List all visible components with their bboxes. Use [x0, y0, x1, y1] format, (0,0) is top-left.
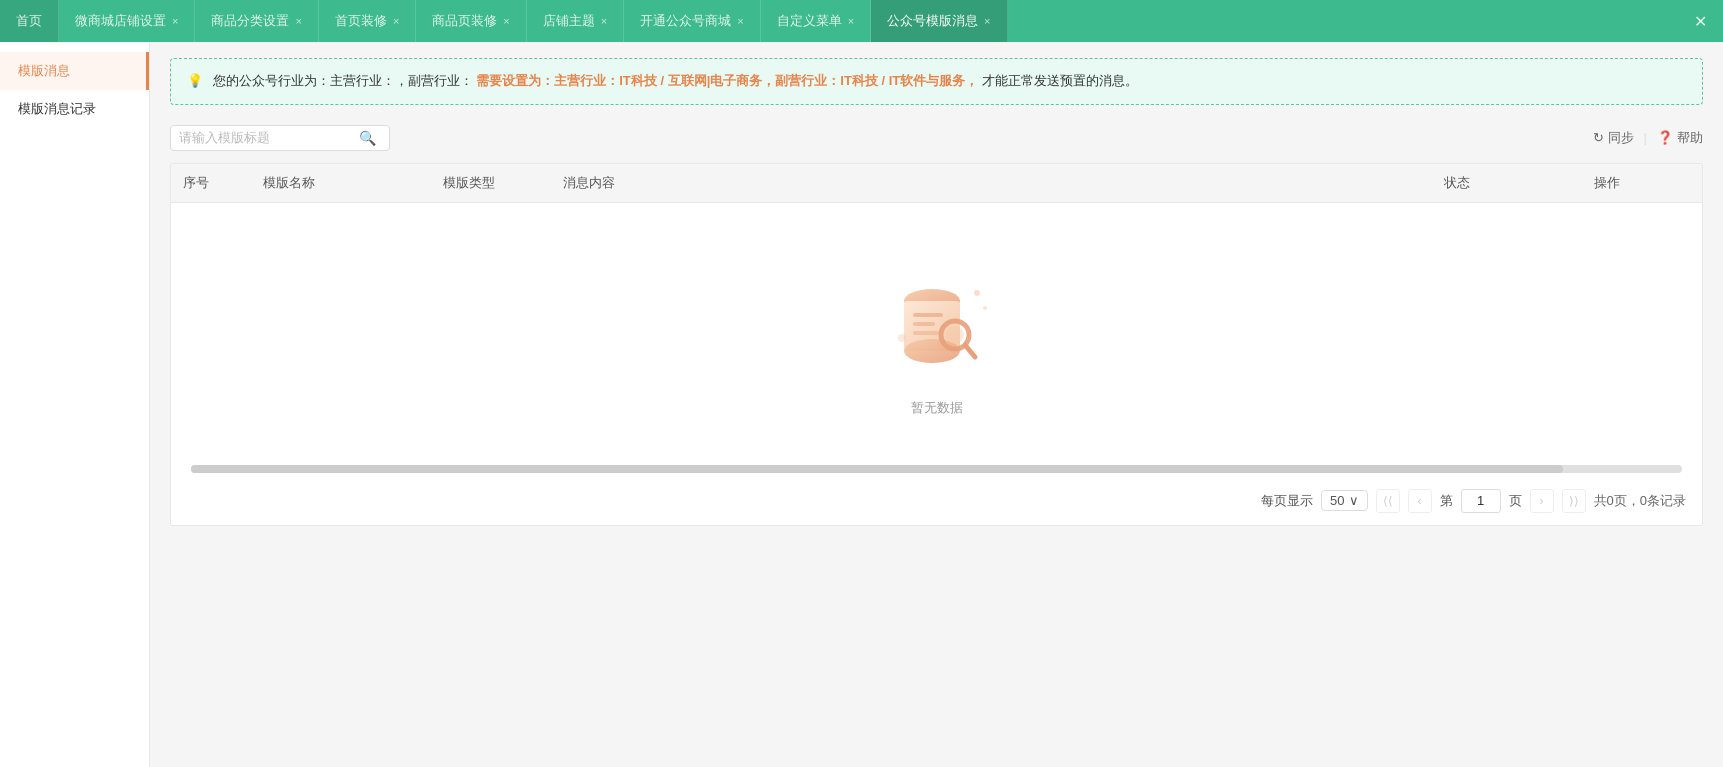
total-info: 共0页，0条记录: [1594, 492, 1686, 510]
help-button[interactable]: ❓ 帮助: [1657, 129, 1703, 147]
col-index: 序号: [171, 174, 251, 192]
sync-label: 同步: [1608, 129, 1634, 147]
tab-home-decor-close[interactable]: ×: [393, 16, 399, 27]
col-type: 模版类型: [431, 174, 551, 192]
page-next-icon: ›: [1540, 494, 1544, 508]
page-last-icon: ⟩⟩: [1569, 494, 1579, 508]
svg-rect-5: [913, 331, 939, 335]
tab-shop-settings-label: 微商城店铺设置: [75, 12, 166, 30]
svg-point-10: [983, 306, 987, 310]
horizontal-scrollbar[interactable]: [191, 465, 1682, 473]
tab-template-msg-label: 公众号模版消息: [887, 12, 978, 30]
sidebar-item-template-record-label: 模版消息记录: [18, 101, 96, 116]
tab-home-decor[interactable]: 首页装修 ×: [319, 0, 416, 42]
tab-product-decor-close[interactable]: ×: [503, 16, 509, 27]
sidebar: 模版消息 模版消息记录: [0, 42, 150, 767]
page-first-icon: ⟨⟨: [1383, 494, 1393, 508]
tab-custom-menu-close[interactable]: ×: [848, 16, 854, 27]
svg-line-8: [965, 345, 975, 357]
page-prev-button[interactable]: ‹: [1408, 489, 1432, 513]
search-icon[interactable]: 🔍: [359, 130, 376, 146]
tab-home[interactable]: 首页: [0, 0, 59, 42]
bulb-icon: 💡: [187, 73, 203, 88]
tab-shop-settings[interactable]: 微商城店铺设置 ×: [59, 0, 195, 42]
tab-shop-settings-close[interactable]: ×: [172, 16, 178, 27]
empty-text: 暂无数据: [911, 399, 963, 417]
sync-icon: ↻: [1593, 130, 1604, 145]
sidebar-item-template-msg-label: 模版消息: [18, 63, 70, 78]
svg-rect-4: [913, 322, 935, 326]
help-label: 帮助: [1677, 129, 1703, 147]
tab-open-mall-label: 开通公众号商城: [640, 12, 731, 30]
global-close-button[interactable]: ✕: [1678, 12, 1723, 31]
table-header: 序号 模版名称 模版类型 消息内容 状态 操作: [171, 164, 1702, 203]
tab-template-msg-close[interactable]: ×: [984, 16, 990, 27]
empty-state: 暂无数据: [171, 203, 1702, 457]
main-layout: 模版消息 模版消息记录 💡 您的公众号行业为：主营行业：，副营行业： 需要设置为…: [0, 42, 1723, 767]
page-unit-label: 页: [1509, 492, 1522, 510]
tab-custom-menu[interactable]: 自定义菜单 ×: [761, 0, 871, 42]
help-icon: ❓: [1657, 130, 1673, 145]
svg-point-9: [974, 290, 980, 296]
tab-category-settings-label: 商品分类设置: [211, 12, 289, 30]
page-size-value: 50: [1330, 493, 1344, 508]
sync-button[interactable]: ↻ 同步: [1593, 129, 1634, 147]
tab-open-mall[interactable]: 开通公众号商城 ×: [624, 0, 760, 42]
page-next-button[interactable]: ›: [1530, 489, 1554, 513]
svg-point-7: [946, 326, 964, 344]
col-name: 模版名称: [251, 174, 431, 192]
page-size-label: 每页显示: [1261, 492, 1313, 510]
page-size-select[interactable]: 50 ∨: [1321, 490, 1367, 511]
tab-custom-menu-label: 自定义菜单: [777, 12, 842, 30]
tab-shop-theme-label: 店铺主题: [543, 12, 595, 30]
notice-suffix: 才能正常发送预置的消息。: [982, 73, 1138, 88]
search-row: 🔍 ↻ 同步 | ❓ 帮助: [170, 125, 1703, 151]
page-first-button[interactable]: ⟨⟨: [1376, 489, 1400, 513]
data-table: 序号 模版名称 模版类型 消息内容 状态 操作: [170, 163, 1703, 526]
svg-point-11: [898, 334, 906, 342]
tab-product-decor[interactable]: 商品页装修 ×: [416, 0, 526, 42]
tab-bar: 首页 微商城店铺设置 × 商品分类设置 × 首页装修 × 商品页装修 × 店铺主…: [0, 0, 1723, 42]
page-input[interactable]: [1461, 489, 1501, 513]
tab-template-msg[interactable]: 公众号模版消息 ×: [871, 0, 1007, 42]
chevron-down-icon: ∨: [1349, 493, 1359, 508]
tab-category-settings-close[interactable]: ×: [295, 16, 301, 27]
svg-rect-3: [913, 313, 943, 317]
action-divider: |: [1644, 130, 1647, 145]
col-action: 操作: [1582, 174, 1702, 192]
notice-banner: 💡 您的公众号行业为：主营行业：，副营行业： 需要设置为：主营行业：IT科技 /…: [170, 58, 1703, 105]
notice-highlight: 需要设置为：主营行业：IT科技 / 互联网|电子商务，副营行业：IT科技 / I…: [476, 73, 978, 88]
search-input-wrap[interactable]: 🔍: [170, 125, 390, 151]
page-prev-icon: ‹: [1418, 494, 1422, 508]
col-content: 消息内容: [551, 174, 1432, 192]
tab-shop-theme-close[interactable]: ×: [601, 16, 607, 27]
tab-category-settings[interactable]: 商品分类设置 ×: [195, 0, 318, 42]
notice-prefix: 您的公众号行业为：主营行业：，副营行业：: [213, 73, 473, 88]
col-status: 状态: [1432, 174, 1582, 192]
tab-home-decor-label: 首页装修: [335, 12, 387, 30]
search-actions: ↻ 同步 | ❓ 帮助: [1593, 129, 1703, 147]
scroll-thumb[interactable]: [191, 465, 1563, 473]
sidebar-item-template-msg[interactable]: 模版消息: [0, 52, 149, 90]
empty-icon: [877, 263, 997, 383]
tab-open-mall-close[interactable]: ×: [737, 16, 743, 27]
page-last-button[interactable]: ⟩⟩: [1562, 489, 1586, 513]
pagination-row: 每页显示 50 ∨ ⟨⟨ ‹ 第 页 › ⟩⟩: [171, 481, 1702, 525]
search-input[interactable]: [179, 130, 359, 145]
page-go-label: 第: [1440, 492, 1453, 510]
sidebar-item-template-record[interactable]: 模版消息记录: [0, 90, 149, 128]
tab-product-decor-label: 商品页装修: [432, 12, 497, 30]
tab-shop-theme[interactable]: 店铺主题 ×: [527, 0, 624, 42]
tab-home-label: 首页: [16, 12, 42, 30]
content-area: 💡 您的公众号行业为：主营行业：，副营行业： 需要设置为：主营行业：IT科技 /…: [150, 42, 1723, 767]
